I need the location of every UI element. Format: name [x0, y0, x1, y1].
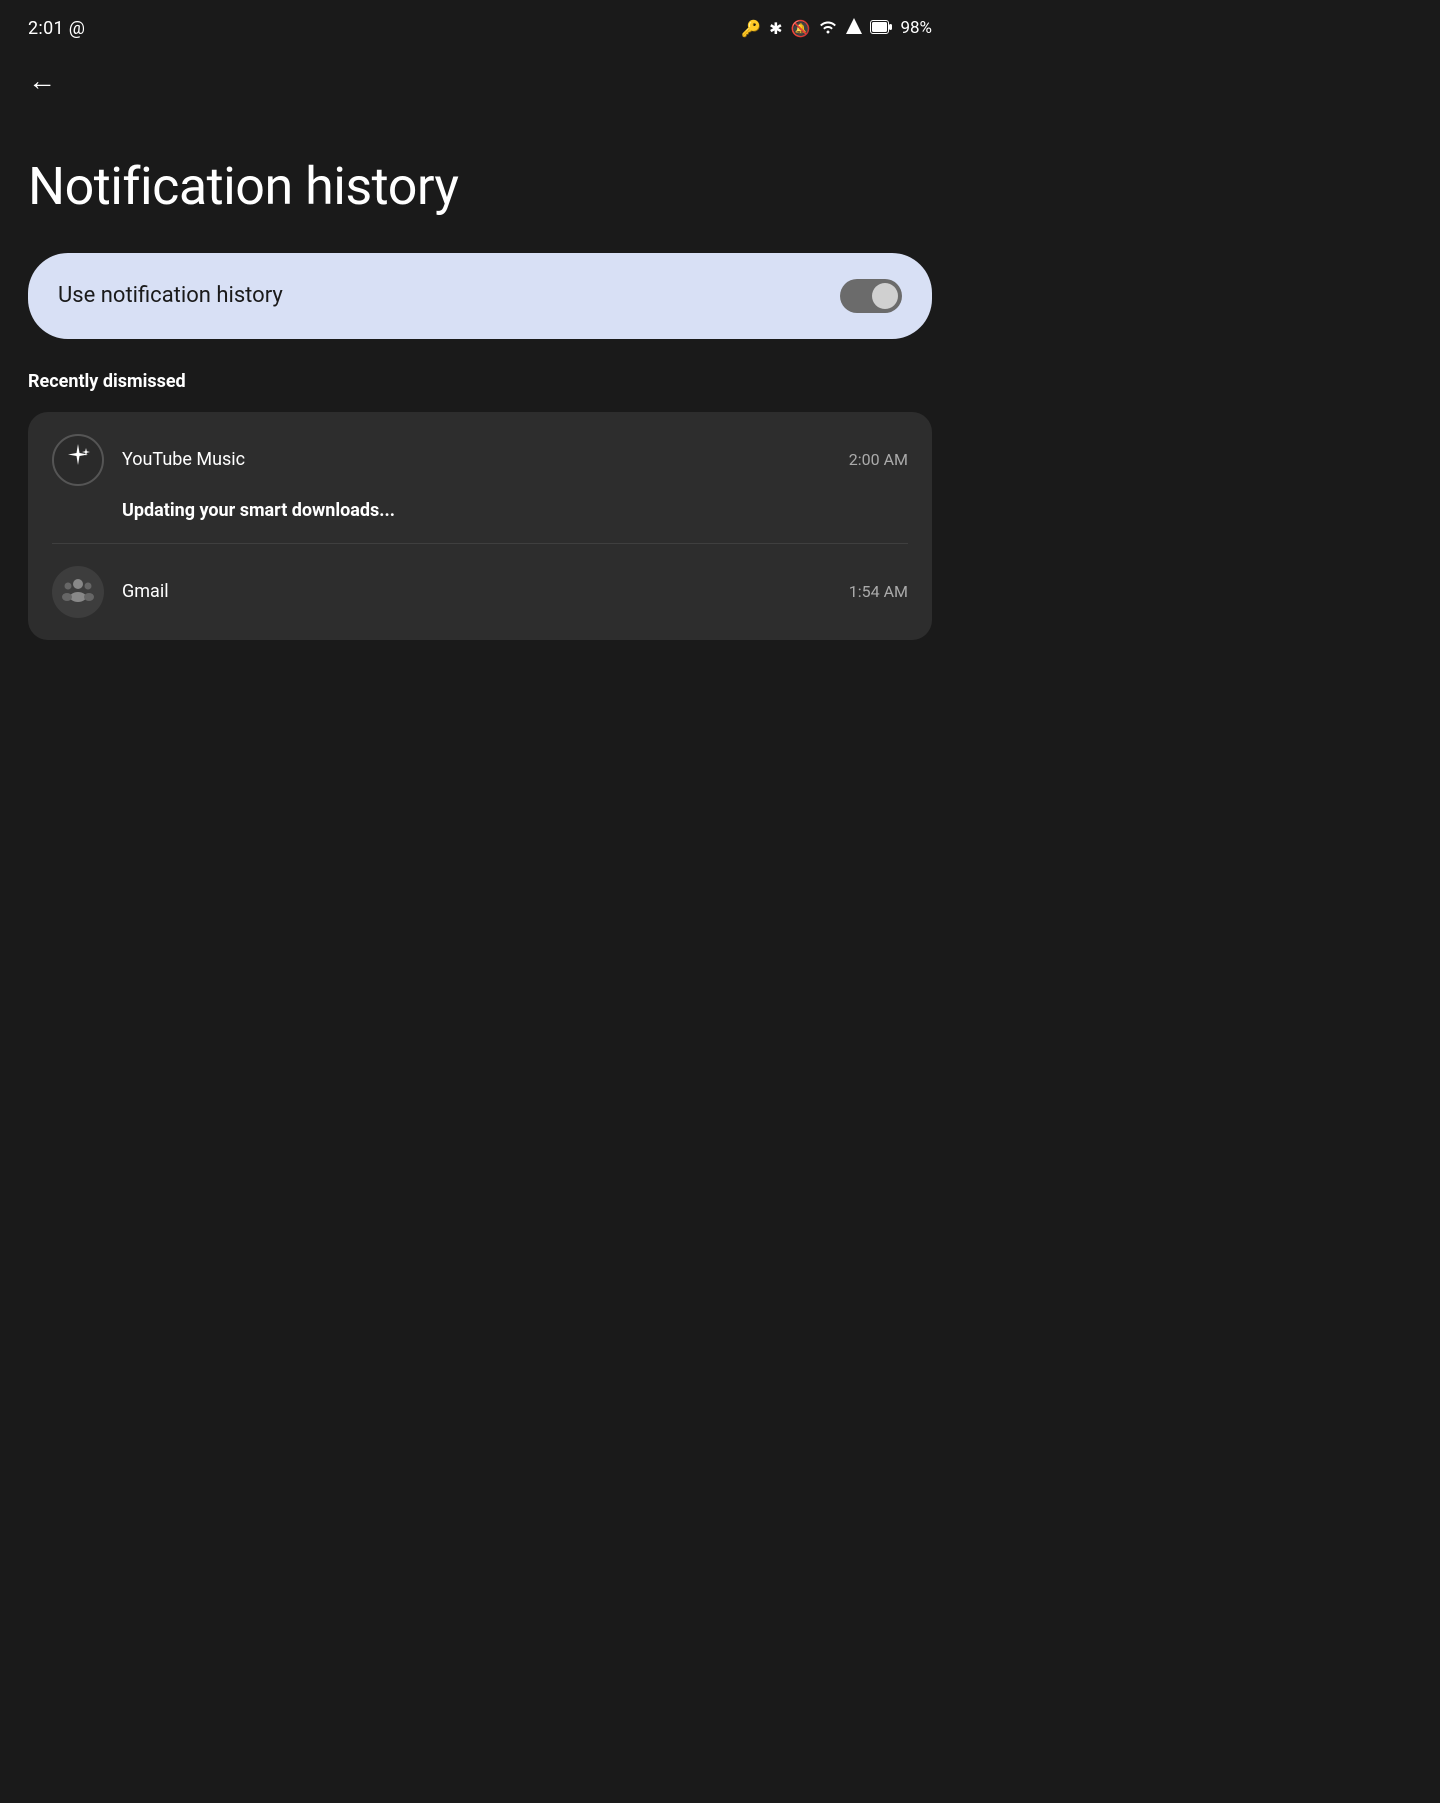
toggle-knob — [872, 283, 898, 309]
toggle-switch[interactable] — [840, 279, 902, 313]
status-time: 2:01 @ — [28, 18, 85, 39]
ytm-notification-body: Updating your smart downloads... — [52, 500, 908, 521]
notification-item-gmail: Gmail 1:54 AM — [28, 544, 932, 640]
gmail-app-name: Gmail — [122, 581, 169, 602]
ytm-sparkle-icon — [62, 440, 94, 479]
toggle-label: Use notification history — [58, 283, 283, 308]
ytm-notification-time: 2:00 AM — [849, 450, 908, 469]
notification-list: YouTube Music 2:00 AM Updating your smar… — [28, 412, 932, 640]
wifi-icon — [818, 18, 838, 38]
page-title: Notification history — [0, 117, 960, 253]
notification-left-gmail: Gmail — [52, 566, 169, 618]
status-bar: 2:01 @ 🔑 ✱ 🔕 — [0, 0, 960, 52]
notification-history-toggle-card[interactable]: Use notification history — [28, 253, 932, 339]
back-button[interactable]: ← — [28, 64, 56, 97]
nav-bar: ← — [0, 52, 960, 117]
bluetooth-icon: ✱ — [769, 19, 782, 38]
ytm-app-name: YouTube Music — [122, 449, 245, 470]
battery-icon — [870, 19, 892, 38]
recently-dismissed-label: Recently dismissed — [0, 371, 960, 412]
gmail-group-icon — [62, 575, 94, 609]
battery-percent: 98% — [900, 18, 932, 38]
key-icon: 🔑 — [741, 19, 761, 38]
status-icons: 🔑 ✱ 🔕 98% — [741, 18, 932, 38]
notification-item-ytm: YouTube Music 2:00 AM Updating your smar… — [28, 412, 932, 543]
notification-left-ytm: YouTube Music — [52, 434, 245, 486]
ytm-app-icon — [52, 434, 104, 486]
signal-icon — [846, 18, 862, 38]
mute-icon: 🔕 — [791, 19, 811, 38]
gmail-notification-time: 1:54 AM — [849, 582, 908, 601]
notification-header-gmail: Gmail 1:54 AM — [52, 566, 908, 618]
gmail-app-icon — [52, 566, 104, 618]
notification-header-ytm: YouTube Music 2:00 AM — [52, 434, 908, 486]
